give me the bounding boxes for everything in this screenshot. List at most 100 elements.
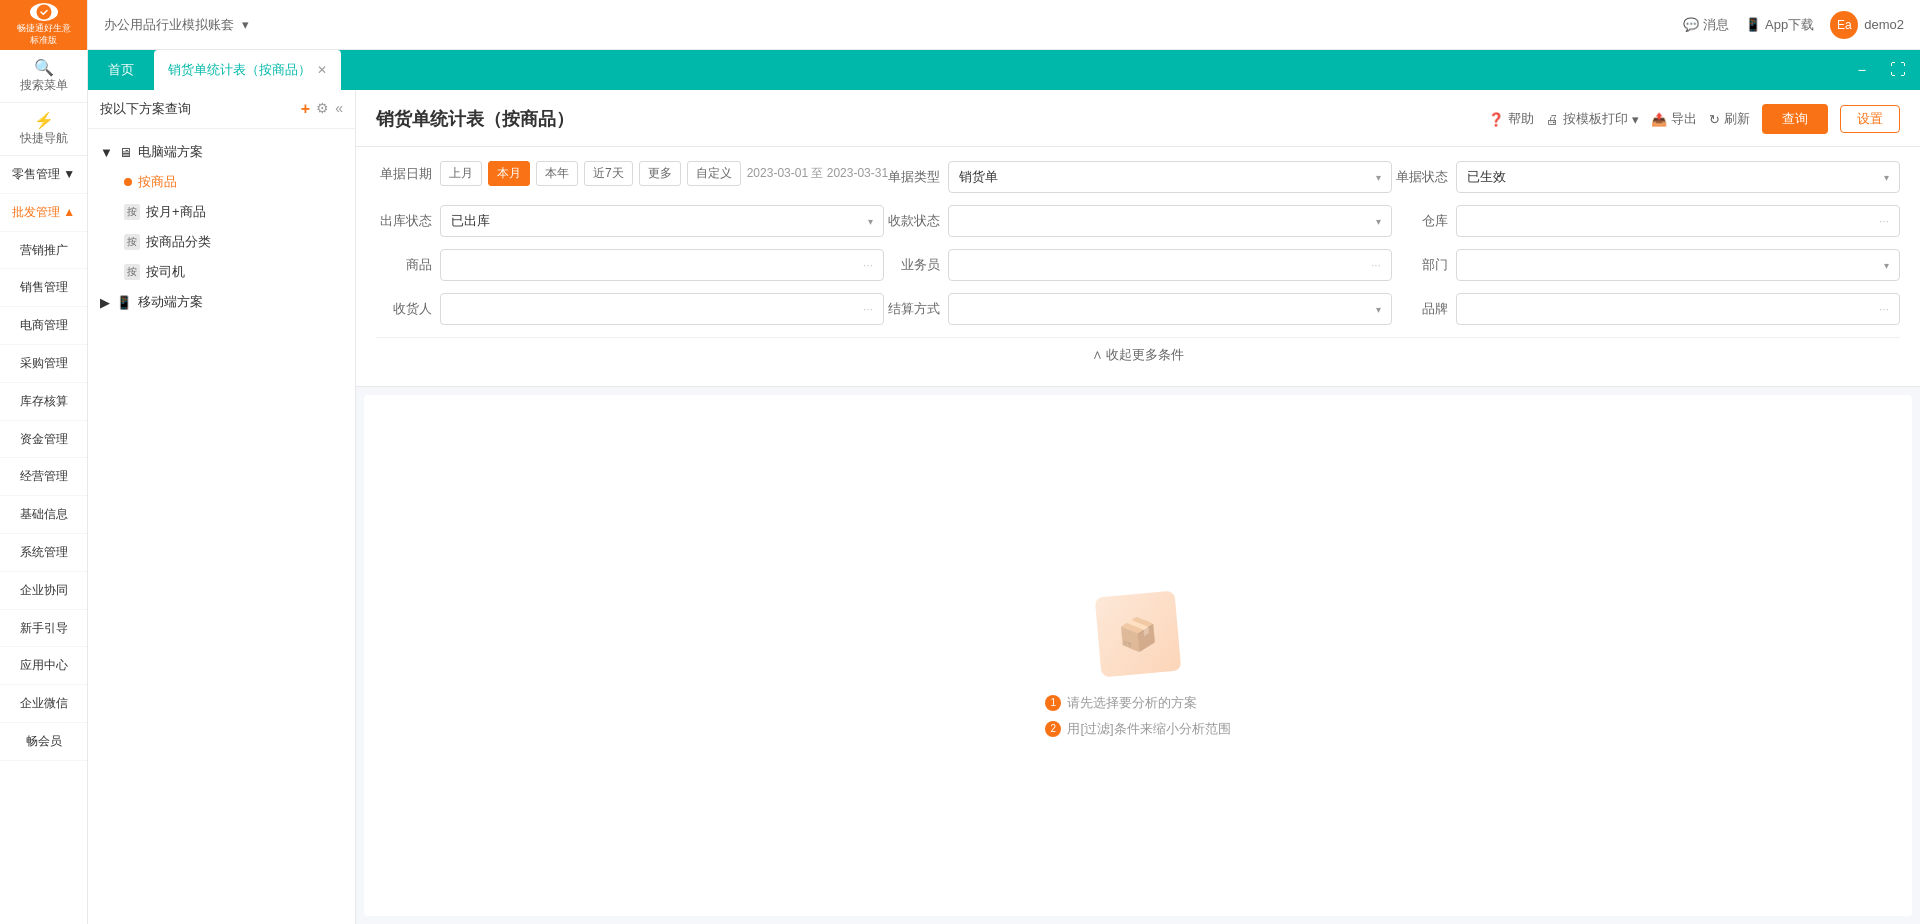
pc-group-title[interactable]: ▼ 🖥 电脑端方案 (88, 137, 355, 167)
mobile-group-label: 移动端方案 (138, 293, 203, 311)
type-input[interactable]: 销货单 ▾ (948, 161, 1392, 193)
payment-input[interactable]: ▾ (948, 205, 1392, 237)
top-header: 办公用品行业模拟账套 ▾ 💬 消息 📱 App下载 Ea demo2 (88, 0, 1920, 50)
sidebar-item-appcenter[interactable]: 应用中心 (0, 647, 87, 685)
mobile-scheme-group[interactable]: ▶ 📱 移动端方案 (88, 287, 355, 317)
dept-input[interactable]: ▾ (1456, 249, 1900, 281)
tab-minimize-button[interactable]: － (1848, 56, 1876, 84)
page-title: 销货单统计表（按商品） (376, 107, 574, 143)
quicknav-label: 快捷导航 (6, 130, 81, 147)
workspace-dropdown-icon[interactable]: ▾ (242, 17, 249, 32)
filter-field-brand: 品牌 ··· (1392, 293, 1900, 325)
filter-field-payment: 收款状态 ▾ (884, 205, 1392, 237)
date-btn-7days[interactable]: 近7天 (584, 161, 633, 186)
pc-group-label: 电脑端方案 (138, 143, 203, 161)
payment-method-label: 结算方式 (884, 300, 940, 318)
purchase-label: 采购管理 (20, 356, 68, 370)
tab-fullscreen-button[interactable]: ⛶ (1884, 56, 1912, 84)
filter-row-1: 单据日期 上月 本月 本年 近7天 更多 自定义 2023-03-01 至 20… (376, 161, 1900, 193)
basic-label: 基础信息 (20, 507, 68, 521)
message-button[interactable]: 💬 消息 (1683, 16, 1729, 34)
active-bullet (124, 178, 132, 186)
sidebar-item-wechat[interactable]: 企业微信 (0, 685, 87, 723)
sidebar-item-inventory[interactable]: 库存核算 (0, 383, 87, 421)
goods-more-icon: ··· (863, 258, 873, 272)
tab-home[interactable]: 首页 (88, 50, 154, 90)
wholesale-label: 批发管理 (12, 205, 60, 219)
collapse-panel-button[interactable]: « (335, 100, 343, 118)
empty-state: 1 请先选择要分析的方案 2 用[过滤]条件来缩小分析范围 (364, 395, 1912, 916)
left-panel-actions: + ⚙ « (301, 100, 343, 118)
refresh-button[interactable]: ↻ 刷新 (1709, 110, 1750, 128)
collapse-filter-bar[interactable]: ∧ 收起更多条件 (376, 337, 1900, 372)
search-menu[interactable]: 🔍 搜索菜单 (0, 50, 87, 103)
mobile-arrow-icon: ▶ (100, 295, 110, 310)
sidebar-item-member[interactable]: 畅会员 (0, 723, 87, 761)
user-info[interactable]: Ea demo2 (1830, 11, 1904, 39)
sidebar-item-enterprise[interactable]: 企业协同 (0, 572, 87, 610)
help-button[interactable]: ❓ 帮助 (1488, 110, 1534, 128)
sidebar-item-retail[interactable]: 零售管理 ▼ (0, 156, 87, 194)
member-label: 畅会员 (26, 734, 62, 748)
filter-field-staff: 业务员 ··· (884, 249, 1392, 281)
date-btn-more[interactable]: 更多 (639, 161, 681, 186)
payment-method-input[interactable]: ▾ (948, 293, 1392, 325)
marketing-label: 营销推广 (20, 243, 68, 257)
quick-nav[interactable]: ⚡ 快捷导航 (0, 103, 87, 156)
sales-label: 销售管理 (20, 280, 68, 294)
scheme-item-by-goods[interactable]: 按商品 (112, 167, 355, 197)
date-range-text: 2023-03-01 至 2023-03-31 (747, 165, 888, 182)
sidebar-item-basic[interactable]: 基础信息 (0, 496, 87, 534)
refresh-label: 刷新 (1724, 110, 1750, 128)
brand-input[interactable]: ··· (1456, 293, 1900, 325)
app-logo: 畅捷通好生意 标准版 (0, 0, 87, 50)
warehouse-label: 仓库 (1392, 212, 1448, 230)
scheme-item-by-month-goods[interactable]: 按 按月+商品 (112, 197, 355, 227)
status-input[interactable]: 已生效 ▾ (1456, 161, 1900, 193)
type-label: 单据类型 (884, 168, 940, 186)
export-button[interactable]: 📤 导出 (1651, 110, 1697, 128)
sidebar-item-wholesale[interactable]: 批发管理 ▲ (0, 194, 87, 232)
settings-button[interactable]: 设置 (1840, 105, 1900, 133)
date-btn-this-month[interactable]: 本月 (488, 161, 530, 186)
retail-label: 零售管理 (12, 167, 60, 181)
date-btn-custom[interactable]: 自定义 (687, 161, 741, 186)
query-button[interactable]: 查询 (1762, 104, 1828, 134)
sidebar-item-system[interactable]: 系统管理 (0, 534, 87, 572)
warehouse-more-icon: ··· (1879, 214, 1889, 228)
scheme-item-by-category[interactable]: 按 按商品分类 (112, 227, 355, 257)
goods-input[interactable]: ··· (440, 249, 884, 281)
stock-value: 已出库 (451, 212, 490, 230)
date-btn-last-month[interactable]: 上月 (440, 161, 482, 186)
sidebar-item-marketing[interactable]: 营销推广 (0, 232, 87, 270)
tab-active[interactable]: 销货单统计表（按商品） ✕ (154, 50, 341, 90)
wechat-label: 企业微信 (20, 696, 68, 710)
pc-scheme-group: ▼ 🖥 电脑端方案 按商品 按 按月+商品 (88, 137, 355, 287)
date-btn-this-year[interactable]: 本年 (536, 161, 578, 186)
print-icon: 🖨 (1546, 112, 1559, 127)
empty-hint-1: 1 请先选择要分析的方案 (1045, 694, 1230, 712)
app-download-button[interactable]: 📱 App下载 (1745, 16, 1814, 34)
staff-input[interactable]: ··· (948, 249, 1392, 281)
sidebar-item-purchase[interactable]: 采购管理 (0, 345, 87, 383)
add-scheme-button[interactable]: + (301, 100, 310, 118)
scheme-item-by-driver[interactable]: 按 按司机 (112, 257, 355, 287)
sidebar-item-sales[interactable]: 销售管理 (0, 269, 87, 307)
workspace-label: 办公用品行业模拟账套 (104, 16, 234, 34)
scheme-icon-month: 按 (124, 204, 140, 220)
tab-close-icon[interactable]: ✕ (317, 63, 327, 77)
sidebar-item-ecommerce[interactable]: 电商管理 (0, 307, 87, 345)
receiver-more-icon: ··· (863, 302, 873, 316)
stock-input[interactable]: 已出库 ▾ (440, 205, 884, 237)
sidebar-item-operations[interactable]: 经营管理 (0, 458, 87, 496)
sidebar-item-newuser[interactable]: 新手引导 (0, 610, 87, 648)
sidebar-item-finance[interactable]: 资金管理 (0, 421, 87, 459)
help-icon: ❓ (1488, 112, 1504, 127)
app-download-label: App下载 (1765, 16, 1814, 34)
receiver-input[interactable]: ··· (440, 293, 884, 325)
print-button[interactable]: 🖨 按模板打印 ▾ (1546, 110, 1639, 128)
warehouse-input[interactable]: ··· (1456, 205, 1900, 237)
status-dropdown-icon: ▾ (1884, 172, 1889, 183)
filter-field-receiver: 收货人 ··· (376, 293, 884, 325)
settings-scheme-button[interactable]: ⚙ (316, 100, 329, 118)
